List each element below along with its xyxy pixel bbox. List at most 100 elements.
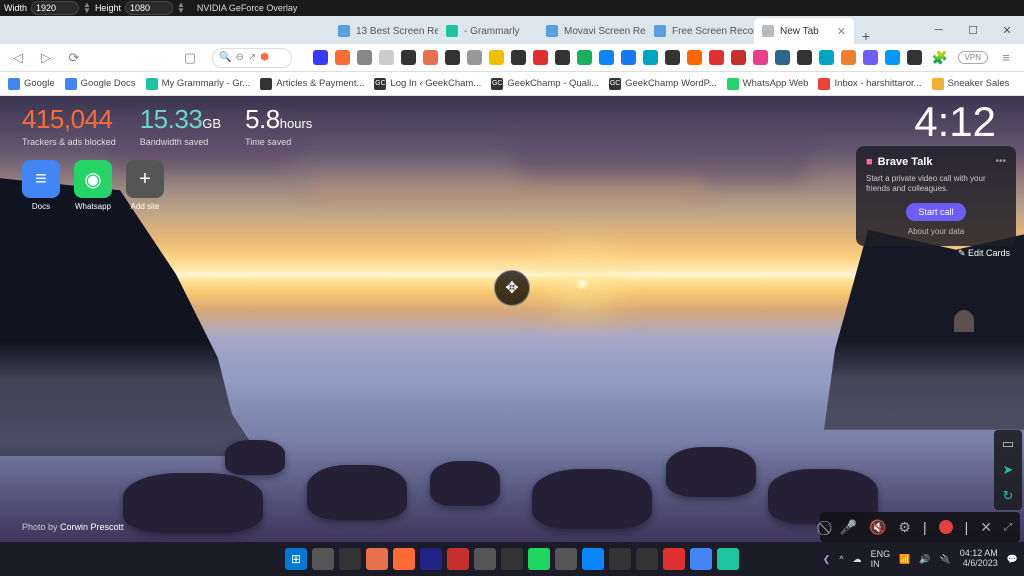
extension-icon[interactable]	[313, 50, 328, 65]
menu-button[interactable]: ≡	[996, 50, 1016, 65]
bookmark-item[interactable]: WhatsApp Web	[727, 78, 809, 90]
extension-icon[interactable]	[885, 50, 900, 65]
bookmark-item[interactable]: Google	[8, 78, 55, 90]
taskbar-app[interactable]	[528, 548, 550, 570]
tray-notif-icon[interactable]: 💬	[1007, 554, 1018, 565]
audio-icon[interactable]: 🔇	[869, 519, 886, 536]
tray-onedrive-icon[interactable]: ☁	[853, 554, 862, 565]
browser-tab[interactable]: New Tab✕	[754, 18, 854, 44]
tray-volume-icon[interactable]: 🔊	[919, 554, 930, 565]
settings-icon[interactable]: ⚙	[898, 519, 911, 536]
bookmark-item[interactable]: Sneaker Sales	[932, 78, 1010, 90]
record-button[interactable]	[939, 520, 953, 534]
taskbar-app[interactable]	[717, 548, 739, 570]
taskbar-app[interactable]	[474, 548, 496, 570]
extension-icon[interactable]	[533, 50, 548, 65]
panel-item-2[interactable]: ➤	[1003, 462, 1014, 478]
extension-icon[interactable]	[797, 50, 812, 65]
forward-button[interactable]: ▷	[36, 50, 56, 66]
edit-cards-button[interactable]: ✎ Edit Cards	[958, 248, 1010, 259]
bookmark-item[interactable]: GCLog In ‹ GeekCham...	[374, 78, 481, 90]
bookmark-item[interactable]: GCGeekChamp - Quali...	[491, 78, 599, 90]
tray-lang[interactable]: ENGIN	[871, 549, 891, 569]
tray-feather-icon[interactable]: ❮	[823, 554, 831, 565]
extension-icon[interactable]	[511, 50, 526, 65]
extension-icon[interactable]	[423, 50, 438, 65]
minimize-button[interactable]: ─	[922, 16, 956, 44]
start-call-button[interactable]: Start call	[906, 203, 965, 221]
browser-tab[interactable]: Free Screen Recorder	[646, 18, 754, 44]
tab-close-icon[interactable]: ✕	[837, 25, 846, 38]
extension-icon[interactable]	[467, 50, 482, 65]
extension-icon[interactable]	[819, 50, 834, 65]
browser-tab[interactable]: Movavi Screen Recor	[538, 18, 646, 44]
extension-icon[interactable]	[489, 50, 504, 65]
taskbar-app[interactable]	[420, 548, 442, 570]
bookmark-item[interactable]: Google Docs	[65, 78, 136, 90]
recorder-close-button[interactable]: ✕	[980, 519, 992, 536]
about-data-link[interactable]: About your data	[866, 227, 1006, 236]
tray-up-icon[interactable]: ^	[839, 554, 843, 564]
extension-icon[interactable]	[401, 50, 416, 65]
width-input[interactable]	[31, 1, 79, 15]
extensions-button[interactable]: 🧩	[930, 50, 950, 66]
maximize-button[interactable]: ☐	[956, 16, 990, 44]
extension-icon[interactable]	[665, 50, 680, 65]
tray-battery-icon[interactable]: 🔌	[940, 554, 951, 565]
extension-icon[interactable]	[687, 50, 702, 65]
shortcut-tile[interactable]: ◉Whatsapp	[74, 160, 112, 211]
back-button[interactable]: ◁	[8, 50, 28, 66]
extension-icon[interactable]	[775, 50, 790, 65]
taskbar-app[interactable]	[366, 548, 388, 570]
extension-icon[interactable]	[731, 50, 746, 65]
extension-icon[interactable]	[357, 50, 372, 65]
shortcut-tile[interactable]: +Add site	[126, 160, 164, 211]
taskbar-app[interactable]	[609, 548, 631, 570]
taskbar-app[interactable]	[339, 548, 361, 570]
browser-tab[interactable]: 13 Best Screen Recor	[330, 18, 438, 44]
bookmark-item[interactable]: GCGeekChamp WordP...	[609, 78, 717, 90]
browser-tab[interactable]: - Grammarly	[438, 18, 538, 44]
extension-icon[interactable]	[335, 50, 350, 65]
start-button[interactable]: ⊞	[285, 548, 307, 570]
panel-item-3[interactable]: ↻	[1003, 488, 1014, 504]
taskbar-app[interactable]	[393, 548, 415, 570]
close-window-button[interactable]: ✕	[990, 16, 1024, 44]
url-bar[interactable]: 🔍 ⊖ ↗ ⬢	[212, 48, 292, 68]
extension-icon[interactable]	[599, 50, 614, 65]
extension-icon[interactable]	[753, 50, 768, 65]
extension-icon[interactable]	[643, 50, 658, 65]
shortcut-tile[interactable]: ≡Docs	[22, 160, 60, 211]
extension-icon[interactable]	[621, 50, 636, 65]
extension-icon[interactable]	[709, 50, 724, 65]
taskbar-app[interactable]	[555, 548, 577, 570]
bookmark-button[interactable]: ▢	[180, 50, 200, 66]
new-tab-button[interactable]: +	[854, 28, 878, 44]
card-menu-icon[interactable]: •••	[995, 156, 1006, 168]
bookmark-item[interactable]: My Grammarly - Gr...	[146, 78, 251, 90]
taskbar-app[interactable]	[582, 548, 604, 570]
reload-button[interactable]: ⟳	[64, 50, 84, 66]
height-input[interactable]	[125, 1, 173, 15]
extension-icon[interactable]	[907, 50, 922, 65]
extension-icon[interactable]	[445, 50, 460, 65]
taskbar-app[interactable]	[663, 548, 685, 570]
panel-item-1[interactable]: ▭	[1002, 436, 1014, 452]
bookmark-item[interactable]: Articles & Payment...	[260, 78, 364, 90]
extension-icon[interactable]	[379, 50, 394, 65]
photo-credit[interactable]: Photo by Corwin Prescott	[22, 522, 124, 532]
tray-clock[interactable]: 04:12 AM4/6/2023	[960, 549, 998, 569]
mic-icon[interactable]: 🎤	[840, 519, 857, 536]
taskbar-app[interactable]	[690, 548, 712, 570]
taskbar-app[interactable]	[636, 548, 658, 570]
extension-icon[interactable]	[577, 50, 592, 65]
extension-icon[interactable]	[841, 50, 856, 65]
taskbar-app[interactable]	[312, 548, 334, 570]
tray-wifi-icon[interactable]: 📶	[899, 554, 910, 565]
vpn-badge[interactable]: VPN	[958, 51, 988, 64]
bookmark-item[interactable]: Inbox - harshittaror...	[818, 78, 921, 90]
extension-icon[interactable]	[863, 50, 878, 65]
taskbar-app[interactable]	[501, 548, 523, 570]
taskbar-app[interactable]	[447, 548, 469, 570]
recorder-expand-icon[interactable]: ⤢	[1004, 522, 1012, 533]
